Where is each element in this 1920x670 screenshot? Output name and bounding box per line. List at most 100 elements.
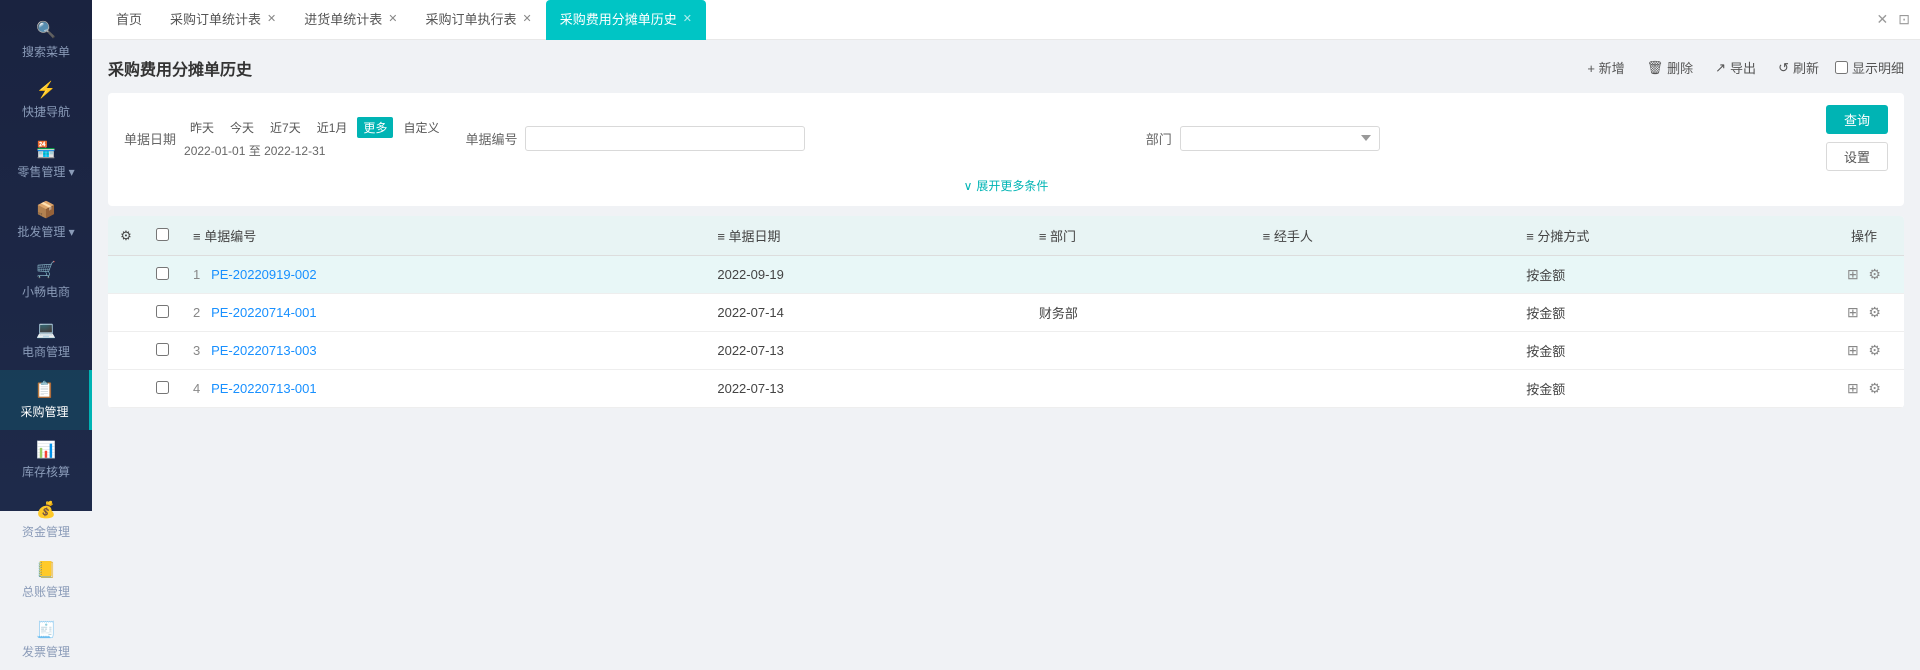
table-row: 1 PE-20220919-002 2022-09-19 按金额 ⊞ ⚙ [108,256,1904,294]
tab-采购订单统计表[interactable]: 采购订单统计表 ✕ [156,0,290,40]
tab-采购费用分摊单历史[interactable]: 采购费用分摊单历史✕ [546,0,706,40]
sidebar-item-搜索菜单[interactable]: 🔍 搜索菜单 [0,10,92,70]
more-op-icon[interactable]: ⚙ [1868,342,1881,358]
tab-close-btn[interactable]: ✕ [388,12,397,25]
display-cols-input[interactable] [1835,61,1848,74]
7days-btn[interactable]: 近7天 [264,117,307,138]
export-button[interactable]: ↗ 导出 [1709,54,1762,81]
date-range-display: 2022-01-01 至 2022-12-31 [184,142,445,159]
tab-label: 首页 [116,9,142,28]
col-doc-date-label: ≡ 单据日期 [717,229,780,244]
row-checkbox[interactable] [156,343,169,356]
row-checkbox[interactable] [156,381,169,394]
header-row: ⚙ ≡ 单据编号 ≡ 单据日期 ≡ 部门 [108,216,1904,256]
row-num-and-docno: 4 PE-20220713-001 [181,370,705,408]
row-settings [108,294,144,332]
yesterday-btn[interactable]: 昨天 [184,117,220,138]
sidebar-label: 零售管理 ▾ [17,163,74,180]
sidebar-icon: 📦 [36,200,56,220]
view-icon[interactable]: ⊞ [1847,266,1859,282]
sidebar-item-发票管理[interactable]: 🧾 发票管理 [0,610,92,670]
more-btn[interactable]: 更多 [357,117,393,138]
sidebar-item-小畅电商[interactable]: 🛒 小畅电商 [0,250,92,310]
expand-button[interactable]: ∨ 展开更多条件 [964,177,1049,194]
sidebar-label: 批发管理 ▾ [17,223,74,240]
dept-label: 部门 [1146,129,1172,148]
date-buttons-group: 昨天 今天 近7天 近1月 更多 自定义 2022-01-01 至 2022-1… [184,117,445,159]
add-button[interactable]: + 新增 [1581,54,1630,81]
sidebar-icon: ⚡ [36,80,56,100]
sidebar-item-电商管理[interactable]: 💻 电商管理 [0,310,92,370]
tab-首页[interactable]: 首页 [102,0,156,40]
row-settings [108,332,144,370]
restore-window-icon[interactable]: ⊡ [1898,11,1910,28]
tab-close-btn[interactable]: ✕ [267,12,276,25]
tab-label: 采购订单统计表 [170,9,261,28]
row-doc-no[interactable]: PE-20220713-003 [211,343,317,358]
sidebar-label: 快捷导航 [22,103,70,120]
view-icon[interactable]: ⊞ [1847,342,1859,358]
row-op: ⊞ ⚙ [1824,256,1904,294]
tab-label: 采购订单执行表 [425,9,516,28]
display-cols-checkbox[interactable]: 显示明细 [1835,58,1904,77]
select-all-checkbox[interactable] [156,228,169,241]
date-filter-label: 单据日期 [124,129,176,148]
sidebar-item-资金管理[interactable]: 💰 资金管理 [0,490,92,550]
row-doc-no[interactable]: PE-20220713-001 [211,381,317,396]
table-row: 3 PE-20220713-003 2022-07-13 按金额 ⊞ ⚙ [108,332,1904,370]
row-doc-no[interactable]: PE-20220714-001 [211,305,317,320]
row-dept [1027,332,1251,370]
row-op: ⊞ ⚙ [1824,294,1904,332]
sidebar-label: 库存核算 [22,463,70,480]
more-op-icon[interactable]: ⚙ [1868,266,1881,282]
tab-采购订单执行表[interactable]: 采购订单执行表 ✕ [411,0,545,40]
sidebar-item-总账管理[interactable]: 📒 总账管理 [0,550,92,610]
sidebar-label: 电商管理 [22,343,70,360]
sidebar-item-批发管理[interactable]: 📦 批发管理 ▾ [0,190,92,250]
date-btns: 昨天 今天 近7天 近1月 更多 自定义 [184,117,445,138]
row-split-method: 按金额 [1514,256,1824,294]
sidebar-item-快捷导航[interactable]: ⚡ 快捷导航 [0,70,92,130]
tab-进货单统计表[interactable]: 进货单统计表✕ [290,0,411,40]
settings-button[interactable]: 设置 [1826,142,1888,171]
row-doc-no[interactable]: PE-20220919-002 [211,267,317,282]
sidebar-item-采购管理[interactable]: 📋 采购管理 [0,370,92,430]
query-button[interactable]: 查询 [1826,105,1888,134]
tab-window-actions: ✕ ⊡ [1877,11,1910,28]
sidebar-icon: 🔍 [36,20,56,40]
tab-close-btn[interactable]: ✕ [683,12,692,25]
dept-select[interactable]: 财务部 [1180,126,1380,151]
row-checkbox[interactable] [156,267,169,280]
row-handler [1251,294,1515,332]
close-window-icon[interactable]: ✕ [1877,11,1889,28]
today-btn[interactable]: 今天 [224,117,260,138]
delete-button[interactable]: 🗑 删除 [1641,54,1700,81]
chevron-down-icon: ∨ [964,179,973,193]
sidebar-icon: 💻 [36,320,56,340]
row-handler [1251,370,1515,408]
row-doc-date: 2022-07-13 [705,370,1026,408]
view-icon[interactable]: ⊞ [1847,304,1859,320]
tab-close-btn[interactable]: ✕ [523,12,532,25]
action-buttons: + 新增 🗑 删除 ↗ 导出 ↺ 刷新 显示明细 [1581,54,1904,81]
refresh-button[interactable]: ↺ 刷新 [1772,54,1825,81]
row-checkbox[interactable] [156,305,169,318]
sidebar-item-零售管理[interactable]: 🏪 零售管理 ▾ [0,130,92,190]
expand-row: ∨ 展开更多条件 [124,177,1888,194]
row-doc-date: 2022-07-14 [705,294,1026,332]
page-header: 采购费用分摊单历史 + 新增 🗑 删除 ↗ 导出 ↺ 刷新 显示明细 [108,54,1904,81]
sidebar-item-库存核算[interactable]: 📊 库存核算 [0,430,92,490]
more-op-icon[interactable]: ⚙ [1868,380,1881,396]
row-op: ⊞ ⚙ [1824,370,1904,408]
row-num: 1 [193,267,207,282]
delete-label: 删除 [1667,58,1693,77]
col-dept: ≡ 部门 [1027,216,1251,256]
sidebar-icon: 🏪 [36,140,56,160]
doc-no-input[interactable] [525,126,805,151]
1month-btn[interactable]: 近1月 [311,117,354,138]
view-icon[interactable]: ⊞ [1847,380,1859,396]
table-header: ⚙ ≡ 单据编号 ≡ 单据日期 ≡ 部门 [108,216,1904,256]
custom-btn[interactable]: 自定义 [397,117,445,138]
page-content: 采购费用分摊单历史 + 新增 🗑 删除 ↗ 导出 ↺ 刷新 显示明细 [92,40,1920,511]
more-op-icon[interactable]: ⚙ [1868,304,1881,320]
